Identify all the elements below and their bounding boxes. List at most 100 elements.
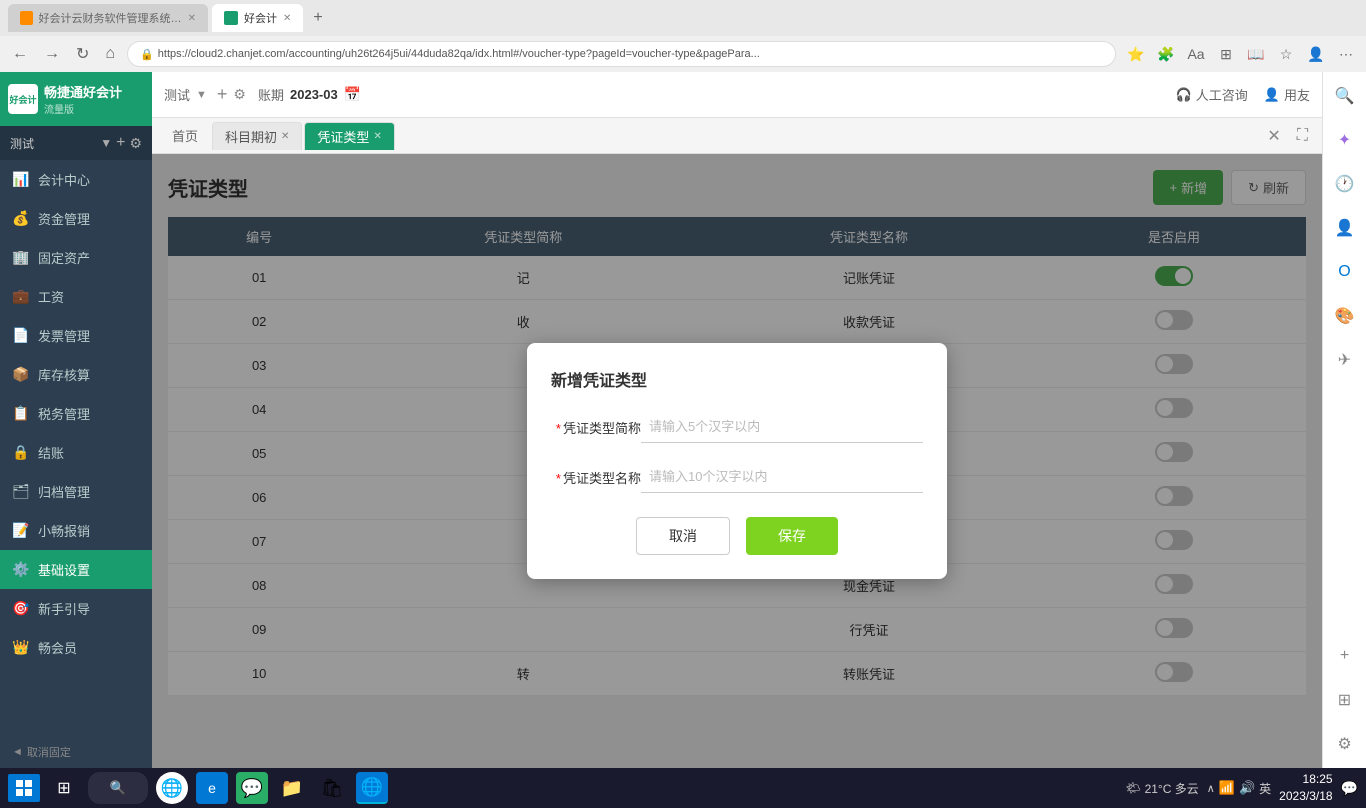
taskbar: ⊞ 🔍 🌐 e 💬 📁 🛍 🌐 🌤 21°C 多云 ∧ 📶 🔊 英 18:25 … xyxy=(0,768,1366,808)
right-more-btn[interactable]: + xyxy=(1329,640,1361,672)
taskbar-app-store[interactable]: 🛍 xyxy=(316,772,348,804)
user-button[interactable]: 👤 用友 xyxy=(1264,85,1310,104)
sidebar-item-report[interactable]: 📝 小畅报销 xyxy=(0,511,152,550)
sidebar-item-settings[interactable]: ⚙️ 基础设置 xyxy=(0,550,152,589)
tab2-close[interactable]: ✕ xyxy=(283,13,291,24)
tab1-favicon xyxy=(20,11,33,25)
sidebar-item-dashboard[interactable]: 📊 会计中心 xyxy=(0,160,152,199)
right-color-btn[interactable]: 🎨 xyxy=(1329,300,1361,332)
settings-icon[interactable]: ⚙ xyxy=(129,135,142,152)
sidebar-item-archive[interactable]: 🗂 归档管理 xyxy=(0,472,152,511)
browser-action-split[interactable]: ⊞ xyxy=(1214,42,1238,66)
headset-icon: 🎧 xyxy=(1176,87,1192,103)
taskbar-app-chrome[interactable]: 🌐 xyxy=(156,772,188,804)
browser-action-menu[interactable]: ⋯ xyxy=(1334,42,1358,66)
abbr-required-mark: * xyxy=(556,421,561,436)
nav-back-button[interactable]: ← xyxy=(8,41,32,67)
taskbar-app-edge[interactable]: e xyxy=(196,772,228,804)
sidebar-footer[interactable]: ◄ 取消固定 xyxy=(0,736,152,768)
sidebar-item-invoice[interactable]: 📄 发票管理 xyxy=(0,316,152,355)
browser-chrome: 好会计云财务软件管理系统_会计 ✕ 好会计 ✕ + ← → ↻ ⌂ 🔒 http… xyxy=(0,0,1366,72)
sidebar-header[interactable]: 好会计 畅捷通好会计 流量版 xyxy=(0,72,152,126)
consult-label: 人工咨询 xyxy=(1196,85,1248,104)
guide-label: 新手引导 xyxy=(38,599,90,618)
right-table-btn[interactable]: ⊞ xyxy=(1329,684,1361,716)
taskbar-app-files[interactable]: 📁 xyxy=(276,772,308,804)
salary-icon: 💼 xyxy=(12,288,30,306)
subjects-tab-close[interactable]: ✕ xyxy=(281,131,289,142)
assets-label: 固定资产 xyxy=(38,248,90,267)
sidebar-item-tax[interactable]: 📋 税务管理 xyxy=(0,394,152,433)
consult-button[interactable]: 🎧 人工咨询 xyxy=(1176,85,1248,104)
user-avatar-icon: 👤 xyxy=(1264,87,1280,103)
browser-action-favorites[interactable]: ⭐ xyxy=(1124,42,1148,66)
taskview-button[interactable]: ⊞ xyxy=(48,772,80,804)
save-button[interactable]: 保存 xyxy=(746,517,838,555)
cancel-button[interactable]: 取消 xyxy=(636,517,730,555)
sidebar-item-funds[interactable]: 💰 资金管理 xyxy=(0,199,152,238)
right-user-btn[interactable]: 👤 xyxy=(1329,212,1361,244)
sidebar-item-assets[interactable]: 🏢 固定资产 xyxy=(0,238,152,277)
browser-tab-1[interactable]: 好会计云财务软件管理系统_会计 ✕ xyxy=(8,4,208,32)
nav-home-button[interactable]: ⌂ xyxy=(101,41,119,67)
top-bar: 测试 ▼ + ⚙ 账期 2023-03 📅 🎧 人工咨询 👤 用友 xyxy=(152,72,1322,118)
sidebar-item-salary[interactable]: 💼 工资 xyxy=(0,277,152,316)
top-bar-right: 🎧 人工咨询 👤 用友 xyxy=(1176,85,1310,104)
right-arrow-btn[interactable]: ✈ xyxy=(1329,344,1361,376)
checkout-label: 结账 xyxy=(38,443,64,462)
sidebar-item-checkout[interactable]: 🔒 结账 xyxy=(0,433,152,472)
search-taskbar-button[interactable]: 🔍 xyxy=(88,772,148,804)
address-bar: ← → ↻ ⌂ 🔒 https://cloud2.chanjet.com/acc… xyxy=(0,36,1366,72)
sidebar-item-guide[interactable]: 🎯 新手引导 xyxy=(0,589,152,628)
period-label: 账期 xyxy=(258,85,284,104)
time-display[interactable]: 18:25 2023/3/18 xyxy=(1279,771,1332,805)
dropdown-icon[interactable]: ▼ xyxy=(100,136,112,150)
new-tab-button[interactable]: + xyxy=(307,9,328,27)
sidebar-company[interactable]: 测试 ▼ + ⚙ xyxy=(0,126,152,160)
weather-display: 🌤 21°C 多云 xyxy=(1125,780,1198,797)
address-input[interactable]: 🔒 https://cloud2.chanjet.com/accounting/… xyxy=(127,41,1116,67)
add-icon[interactable]: + xyxy=(116,134,125,152)
nav-refresh-button[interactable]: ↻ xyxy=(72,40,93,68)
tab-voucher-type[interactable]: 凭证类型 ✕ xyxy=(304,122,394,150)
browser-action-collections[interactable]: ☆ xyxy=(1274,42,1298,66)
tab-home[interactable]: 首页 xyxy=(160,122,210,150)
browser-action-profile[interactable]: 👤 xyxy=(1304,42,1328,66)
right-star-btn[interactable]: ✦ xyxy=(1329,124,1361,156)
tab-panel-expand-btn[interactable]: ⛶ xyxy=(1291,124,1314,148)
calendar-icon[interactable]: 📅 xyxy=(344,86,361,103)
name-input[interactable] xyxy=(641,461,923,493)
right-panel: 🔍 ✦ 🕐 👤 O 🎨 ✈ + ⊞ ⚙ xyxy=(1322,72,1366,768)
right-history-btn[interactable]: 🕐 xyxy=(1329,168,1361,200)
browser-action-reading[interactable]: 📖 xyxy=(1244,42,1268,66)
footer-label: 取消固定 xyxy=(27,744,71,760)
content-area: 凭证类型 + 新增 ↻ 刷新 编号 凭证类型简称 xyxy=(152,154,1322,768)
right-outlook-btn[interactable]: O xyxy=(1329,256,1361,288)
taskbar-active-app[interactable]: 🌐 xyxy=(356,772,388,804)
right-search-btn[interactable]: 🔍 xyxy=(1329,80,1361,112)
start-button[interactable] xyxy=(8,774,40,802)
lang-indicator[interactable]: 英 xyxy=(1259,780,1271,797)
volume-icon[interactable]: 🔊 xyxy=(1239,780,1255,796)
browser-action-translate[interactable]: Aa xyxy=(1184,42,1208,66)
chevron-up-icon[interactable]: ∧ xyxy=(1207,782,1215,795)
nav-forward-button[interactable]: → xyxy=(40,41,64,67)
dropdown-arrow-icon[interactable]: ▼ xyxy=(196,89,207,101)
sidebar-item-member[interactable]: 👑 畅会员 xyxy=(0,628,152,667)
tab1-close[interactable]: ✕ xyxy=(188,13,196,24)
browser-action-extensions[interactable]: 🧩 xyxy=(1154,42,1178,66)
settings-cog-icon[interactable]: ⚙ xyxy=(233,86,246,103)
taskbar-app-wechat[interactable]: 💬 xyxy=(236,772,268,804)
sidebar-item-inventory[interactable]: 📦 库存核算 xyxy=(0,355,152,394)
tab-subjects[interactable]: 科目期初 ✕ xyxy=(212,122,302,150)
add-company-icon[interactable]: + xyxy=(217,84,228,105)
abbr-input[interactable] xyxy=(641,411,923,443)
tab-panel-close-btn[interactable]: ✕ xyxy=(1261,124,1286,148)
modal-overlay: 新增凭证类型 *凭证类型简称 *凭证类型名称 取消 xyxy=(152,154,1322,768)
browser-tab-2[interactable]: 好会计 ✕ xyxy=(212,4,303,32)
right-gear-btn[interactable]: ⚙ xyxy=(1329,728,1361,760)
notification-btn[interactable]: 💬 xyxy=(1341,780,1358,797)
voucher-tab-close[interactable]: ✕ xyxy=(373,131,381,142)
address-text: https://cloud2.chanjet.com/accounting/uh… xyxy=(158,48,760,60)
abbr-label: *凭证类型简称 xyxy=(551,418,641,437)
